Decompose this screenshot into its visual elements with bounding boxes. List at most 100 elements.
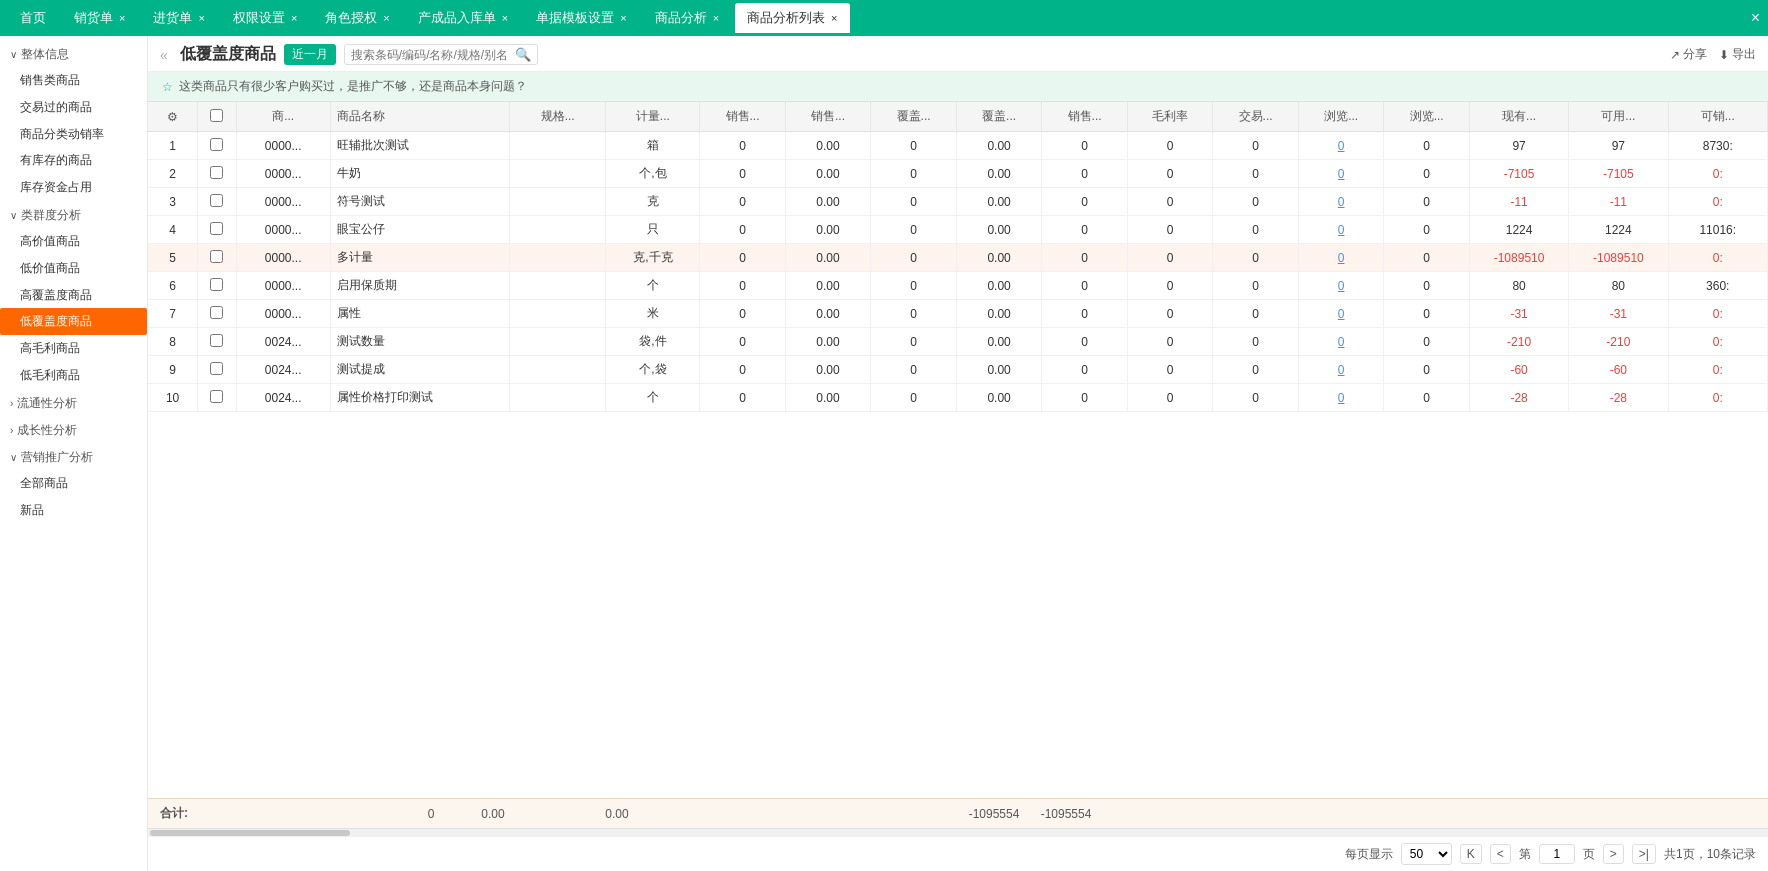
prev-page-button[interactable]: < — [1490, 844, 1511, 864]
sidebar-item-category-rate[interactable]: 商品分类动销率 — [0, 121, 147, 148]
row-select-checkbox[interactable] — [210, 390, 223, 403]
row-checkbox[interactable] — [198, 188, 237, 216]
row-checkbox[interactable] — [198, 132, 237, 160]
row-stock: -7105 — [1469, 160, 1568, 188]
row-available: 97 — [1569, 132, 1668, 160]
close-all-tabs-icon[interactable]: × — [1751, 9, 1760, 27]
row-s3: 0 — [1042, 300, 1128, 328]
filter-tag-month[interactable]: 近一月 — [284, 44, 336, 65]
sidebar-section-growth[interactable]: › 成长性分析 — [0, 416, 147, 443]
nav-tab-purchase[interactable]: 进货单 × — [141, 3, 216, 33]
settings-icon[interactable]: ⚙ — [167, 110, 178, 124]
row-browse1[interactable]: 0 — [1298, 160, 1384, 188]
row-browse1[interactable]: 0 — [1298, 272, 1384, 300]
row-browse1[interactable]: 0 — [1298, 328, 1384, 356]
nav-tab-home[interactable]: 首页 — [8, 3, 58, 33]
close-production-icon[interactable]: × — [502, 12, 508, 24]
share-button[interactable]: ↗ 分享 — [1670, 46, 1707, 63]
row-stock: -210 — [1469, 328, 1568, 356]
sidebar-section-marketing[interactable]: ∨ 营销推广分析 — [0, 443, 147, 470]
row-browse1[interactable]: 0 — [1298, 244, 1384, 272]
row-select-checkbox[interactable] — [210, 278, 223, 291]
nav-tab-analysis[interactable]: 商品分析 × — [643, 3, 731, 33]
sidebar-item-high-margin[interactable]: 高毛利商品 — [0, 335, 147, 362]
row-s1: 0 — [700, 328, 786, 356]
row-browse1[interactable]: 0 — [1298, 384, 1384, 412]
row-unit: 克 — [606, 188, 700, 216]
last-page-button[interactable]: >| — [1632, 844, 1656, 864]
close-analysis-icon[interactable]: × — [713, 12, 719, 24]
row-checkbox[interactable] — [198, 244, 237, 272]
row-browse1[interactable]: 0 — [1298, 132, 1384, 160]
page-number-input[interactable] — [1539, 844, 1575, 864]
row-select-checkbox[interactable] — [210, 306, 223, 319]
close-analysis-list-icon[interactable]: × — [831, 12, 837, 24]
row-browse1[interactable]: 0 — [1298, 356, 1384, 384]
row-trade: 0 — [1213, 188, 1299, 216]
row-checkbox[interactable] — [198, 328, 237, 356]
close-sales-icon[interactable]: × — [119, 12, 125, 24]
sidebar-item-low-value[interactable]: 低价值商品 — [0, 255, 147, 282]
row-stock: 1224 — [1469, 216, 1568, 244]
row-select-checkbox[interactable] — [210, 222, 223, 235]
sidebar-item-new-goods[interactable]: 新品 — [0, 497, 147, 524]
row-checkbox[interactable] — [198, 384, 237, 412]
nav-tab-sales[interactable]: 销货单 × — [62, 3, 137, 33]
row-c1: 0 — [871, 272, 957, 300]
close-template-icon[interactable]: × — [620, 12, 626, 24]
row-available: -11 — [1569, 188, 1668, 216]
row-stock: 80 — [1469, 272, 1568, 300]
sidebar-item-all-goods[interactable]: 全部商品 — [0, 470, 147, 497]
nav-tab-production[interactable]: 产成品入库单 × — [406, 3, 520, 33]
row-checkbox[interactable] — [198, 160, 237, 188]
nav-tab-template[interactable]: 单据模板设置 × — [524, 3, 638, 33]
row-select-checkbox[interactable] — [210, 334, 223, 347]
horizontal-scrollbar[interactable] — [148, 828, 1768, 836]
sidebar-item-low-coverage[interactable]: 低覆盖度商品 — [0, 308, 147, 335]
page-size-select[interactable]: 50 100 200 — [1401, 843, 1452, 865]
sidebar-section-overall[interactable]: ∨ 整体信息 — [0, 40, 147, 67]
sidebar-item-sales-goods[interactable]: 销售类商品 — [0, 67, 147, 94]
next-page-button[interactable]: > — [1603, 844, 1624, 864]
scroll-thumb[interactable] — [150, 830, 350, 836]
row-select-checkbox[interactable] — [210, 362, 223, 375]
row-c2: 0.00 — [956, 328, 1042, 356]
export-button[interactable]: ⬇ 导出 — [1719, 46, 1756, 63]
row-checkbox[interactable] — [198, 356, 237, 384]
sidebar-item-low-margin[interactable]: 低毛利商品 — [0, 362, 147, 389]
close-role-icon[interactable]: × — [383, 12, 389, 24]
collapse-sidebar-button[interactable]: « — [160, 47, 168, 63]
sidebar-item-high-value[interactable]: 高价值商品 — [0, 228, 147, 255]
row-checkbox[interactable] — [198, 300, 237, 328]
row-select-checkbox[interactable] — [210, 250, 223, 263]
sidebar-item-traded-goods[interactable]: 交易过的商品 — [0, 94, 147, 121]
row-spec — [509, 384, 606, 412]
sidebar-item-capital[interactable]: 库存资金占用 — [0, 174, 147, 201]
row-browse1[interactable]: 0 — [1298, 188, 1384, 216]
sidebar-section-circulation[interactable]: › 流通性分析 — [0, 389, 147, 416]
select-all-checkbox[interactable] — [210, 109, 223, 122]
row-checkbox[interactable] — [198, 272, 237, 300]
col-settings[interactable]: ⚙ — [148, 102, 198, 132]
row-select-checkbox[interactable] — [210, 194, 223, 207]
search-input[interactable] — [351, 48, 511, 62]
footer-stock: -1095554 — [958, 807, 1030, 821]
first-page-button[interactable]: K — [1460, 844, 1482, 864]
row-browse1[interactable]: 0 — [1298, 300, 1384, 328]
row-margin: 0 — [1127, 132, 1213, 160]
nav-tab-permission[interactable]: 权限设置 × — [221, 3, 309, 33]
nav-tab-role[interactable]: 角色授权 × — [313, 3, 401, 33]
row-margin: 0 — [1127, 244, 1213, 272]
row-browse1[interactable]: 0 — [1298, 216, 1384, 244]
close-purchase-icon[interactable]: × — [198, 12, 204, 24]
row-checkbox[interactable] — [198, 216, 237, 244]
sidebar-section-cluster[interactable]: ∨ 类群度分析 — [0, 201, 147, 228]
sidebar-item-stock-goods[interactable]: 有库存的商品 — [0, 147, 147, 174]
sidebar-item-high-coverage[interactable]: 高覆盖度商品 — [0, 282, 147, 309]
row-select-checkbox[interactable] — [210, 138, 223, 151]
close-permission-icon[interactable]: × — [291, 12, 297, 24]
row-select-checkbox[interactable] — [210, 166, 223, 179]
nav-tab-analysis-list[interactable]: 商品分析列表 × — [735, 3, 849, 33]
search-icon[interactable]: 🔍 — [515, 47, 531, 62]
row-unit: 个 — [606, 272, 700, 300]
